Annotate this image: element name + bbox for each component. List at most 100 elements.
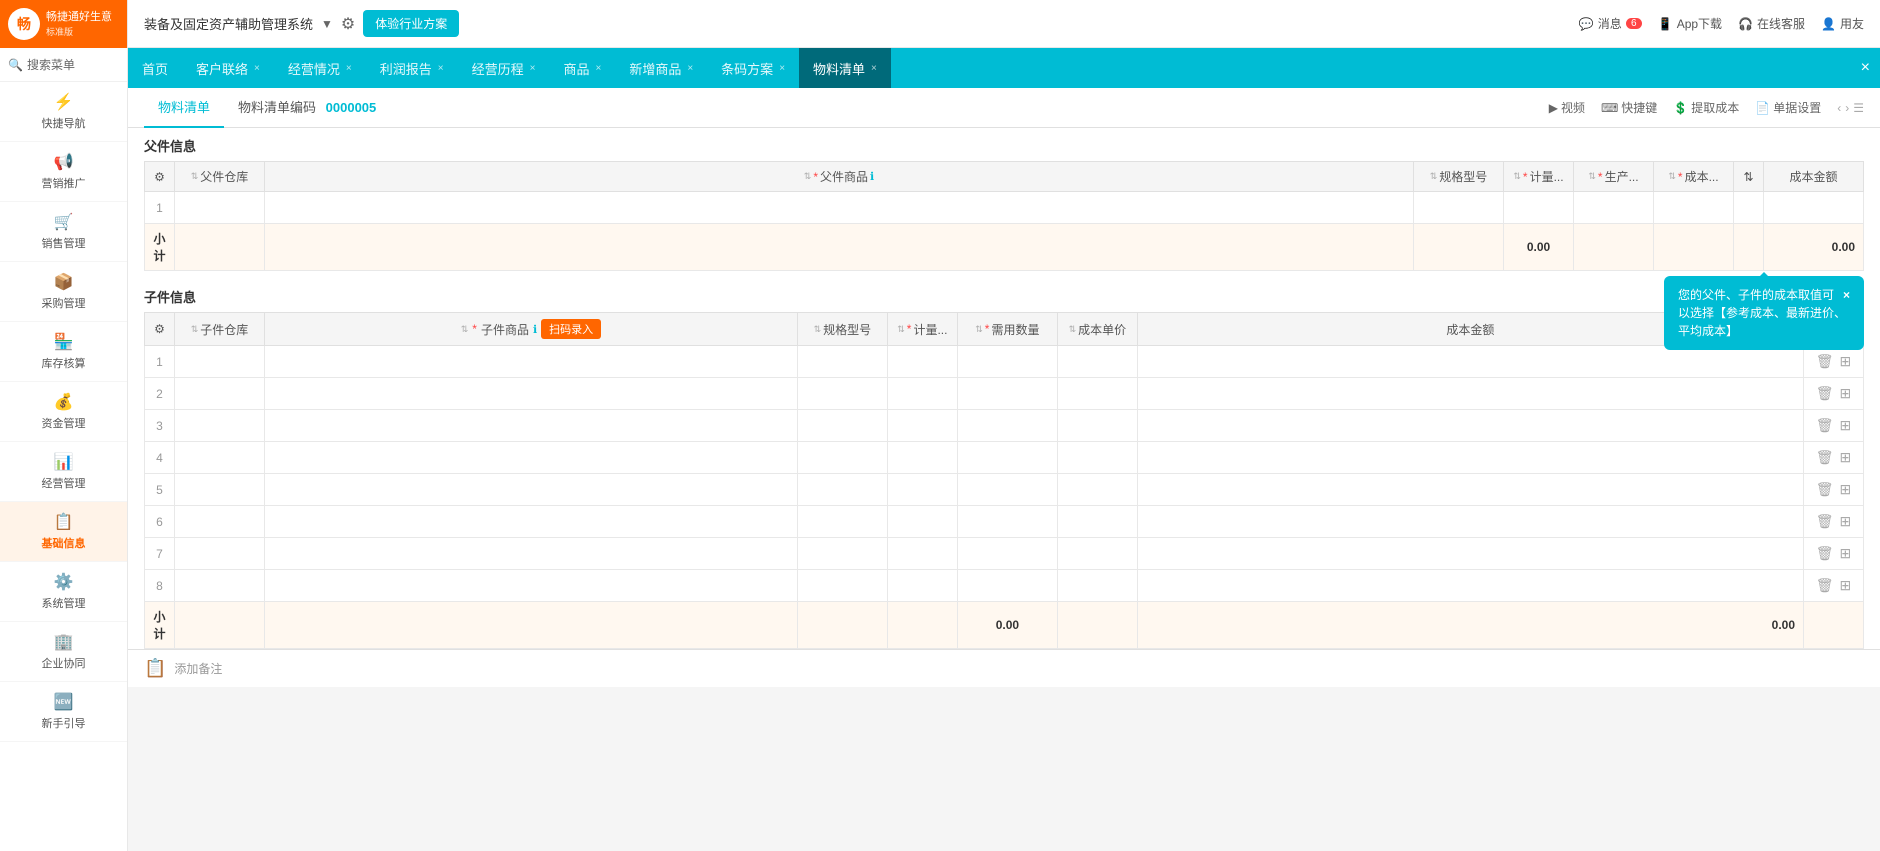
child-product-6[interactable] <box>265 506 798 538</box>
parent-col-spec[interactable]: ⇅规格型号 <box>1414 162 1504 192</box>
add-note-icon[interactable]: 📋 <box>144 658 166 679</box>
tab-operation-close[interactable]: × <box>346 63 352 74</box>
sidebar-item-marketing[interactable]: 📢 营销推广 <box>0 142 127 202</box>
tab-barcode-close[interactable]: × <box>779 63 785 74</box>
child-qty-2[interactable] <box>957 378 1057 410</box>
parent-production-1[interactable] <box>1574 192 1654 224</box>
child-unit-price-7[interactable] <box>1057 538 1137 570</box>
parent-unit-1[interactable] <box>1504 192 1574 224</box>
child-spec-3[interactable] <box>797 410 887 442</box>
sidebar-item-system[interactable]: ⚙️ 系统管理 <box>0 562 127 622</box>
child-unit-price-4[interactable] <box>1057 442 1137 474</box>
child-qty-7[interactable] <box>957 538 1057 570</box>
child-unit-5[interactable] <box>887 474 957 506</box>
child-qty-8[interactable] <box>957 570 1057 602</box>
tab-new-product[interactable]: 新增商品 × <box>615 48 707 88</box>
sub-tab-bom-code[interactable]: 物料清单编码 0000005 <box>224 88 390 128</box>
parent-product-1[interactable] <box>265 192 1414 224</box>
child-unit-7[interactable] <box>887 538 957 570</box>
copy-icon-3[interactable]: ⊞ <box>1840 417 1852 434</box>
child-unit-8[interactable] <box>887 570 957 602</box>
parent-col-product[interactable]: ⇅ * 父件商品 ℹ <box>265 162 1414 192</box>
child-spec-8[interactable] <box>797 570 887 602</box>
child-product-1[interactable] <box>265 346 798 378</box>
toolbar-video[interactable]: ▶ 视频 <box>1549 99 1585 116</box>
child-warehouse-7[interactable] <box>175 538 265 570</box>
child-col-warehouse[interactable]: ⇅子件仓库 <box>175 313 265 346</box>
child-col-spec[interactable]: ⇅规格型号 <box>797 313 887 346</box>
child-qty-5[interactable] <box>957 474 1057 506</box>
child-product-2[interactable] <box>265 378 798 410</box>
trial-button[interactable]: 体验行业方案 <box>363 10 459 37</box>
sidebar-item-basic[interactable]: 📋 基础信息 <box>0 502 127 562</box>
toolbar-settings[interactable]: 📄 单据设置 <box>1755 99 1821 116</box>
nav-close-all[interactable]: × <box>1851 59 1880 77</box>
child-unit-2[interactable] <box>887 378 957 410</box>
nav-list[interactable]: ☰ <box>1853 101 1864 115</box>
message-action[interactable]: 💬 消息 6 <box>1579 15 1642 32</box>
child-spec-2[interactable] <box>797 378 887 410</box>
child-col-unit[interactable]: ⇅ * 计量... <box>887 313 957 346</box>
sidebar-item-quick-nav[interactable]: ⚡ 快捷导航 <box>0 82 127 142</box>
child-qty-4[interactable] <box>957 442 1057 474</box>
scan-button[interactable]: 扫码录入 <box>541 319 601 339</box>
sub-tab-bom-list[interactable]: 物料清单 <box>144 88 224 128</box>
child-warehouse-2[interactable] <box>175 378 265 410</box>
child-warehouse-8[interactable] <box>175 570 265 602</box>
copy-icon-7[interactable]: ⊞ <box>1840 545 1852 562</box>
child-product-5[interactable] <box>265 474 798 506</box>
tab-customer-close[interactable]: × <box>254 63 260 74</box>
child-col-settings[interactable]: ⚙ <box>145 313 175 346</box>
child-spec-5[interactable] <box>797 474 887 506</box>
parent-spec-1[interactable] <box>1414 192 1504 224</box>
copy-icon-1[interactable]: ⊞ <box>1840 353 1852 370</box>
child-product-4[interactable] <box>265 442 798 474</box>
child-qty-6[interactable] <box>957 506 1057 538</box>
toolbar-shortcut[interactable]: ⌨ 快捷键 <box>1601 99 1657 116</box>
tab-new-product-close[interactable]: × <box>687 63 693 74</box>
copy-icon-4[interactable]: ⊞ <box>1840 449 1852 466</box>
child-spec-1[interactable] <box>797 346 887 378</box>
tab-history[interactable]: 经营历程 × <box>458 48 550 88</box>
nav-next[interactable]: › <box>1845 101 1849 115</box>
child-unit-price-3[interactable] <box>1057 410 1137 442</box>
tab-home[interactable]: 首页 <box>128 48 182 88</box>
copy-icon-2[interactable]: ⊞ <box>1840 385 1852 402</box>
child-col-qty[interactable]: ⇅ * 需用数量 <box>957 313 1057 346</box>
child-warehouse-5[interactable] <box>175 474 265 506</box>
child-unit-price-5[interactable] <box>1057 474 1137 506</box>
child-spec-7[interactable] <box>797 538 887 570</box>
tab-barcode[interactable]: 条码方案 × <box>707 48 799 88</box>
tab-history-close[interactable]: × <box>530 63 536 74</box>
child-qty-3[interactable] <box>957 410 1057 442</box>
parent-col-sort[interactable]: ⇅ <box>1734 162 1764 192</box>
tab-profit-close[interactable]: × <box>438 63 444 74</box>
parent-col-warehouse[interactable]: ⇅ 父件仓库 <box>175 162 265 192</box>
child-unit-4[interactable] <box>887 442 957 474</box>
child-warehouse-6[interactable] <box>175 506 265 538</box>
delete-icon-1[interactable]: 🗑 <box>1816 353 1834 370</box>
child-unit-price-6[interactable] <box>1057 506 1137 538</box>
child-spec-6[interactable] <box>797 506 887 538</box>
parent-col-settings[interactable]: ⚙ <box>145 162 175 192</box>
tab-bom-close[interactable]: × <box>871 63 877 74</box>
delete-icon-5[interactable]: 🗑 <box>1816 481 1834 498</box>
copy-icon-5[interactable]: ⊞ <box>1840 481 1852 498</box>
delete-icon-7[interactable]: 🗑 <box>1816 545 1834 562</box>
sidebar-item-finance[interactable]: 💰 资金管理 <box>0 382 127 442</box>
sidebar-item-sales[interactable]: 🛒 销售管理 <box>0 202 127 262</box>
sidebar-item-guide[interactable]: 🆕 新手引导 <box>0 682 127 742</box>
child-warehouse-4[interactable] <box>175 442 265 474</box>
nav-prev[interactable]: ‹ <box>1837 101 1841 115</box>
child-unit-6[interactable] <box>887 506 957 538</box>
system-dropdown-icon[interactable]: ▼ <box>321 17 333 31</box>
sidebar-item-inventory[interactable]: 🏪 库存核算 <box>0 322 127 382</box>
parent-sort-1[interactable] <box>1734 192 1764 224</box>
tab-operation-status[interactable]: 经营情况 × <box>274 48 366 88</box>
parent-cost-1[interactable] <box>1654 192 1734 224</box>
user-action[interactable]: 👤 用友 <box>1821 15 1864 32</box>
sidebar-item-purchase[interactable]: 📦 采购管理 <box>0 262 127 322</box>
online-service-action[interactable]: 🎧 在线客服 <box>1738 15 1805 32</box>
parent-col-cost[interactable]: ⇅ * 成本... <box>1654 162 1734 192</box>
delete-icon-4[interactable]: 🗑 <box>1816 449 1834 466</box>
